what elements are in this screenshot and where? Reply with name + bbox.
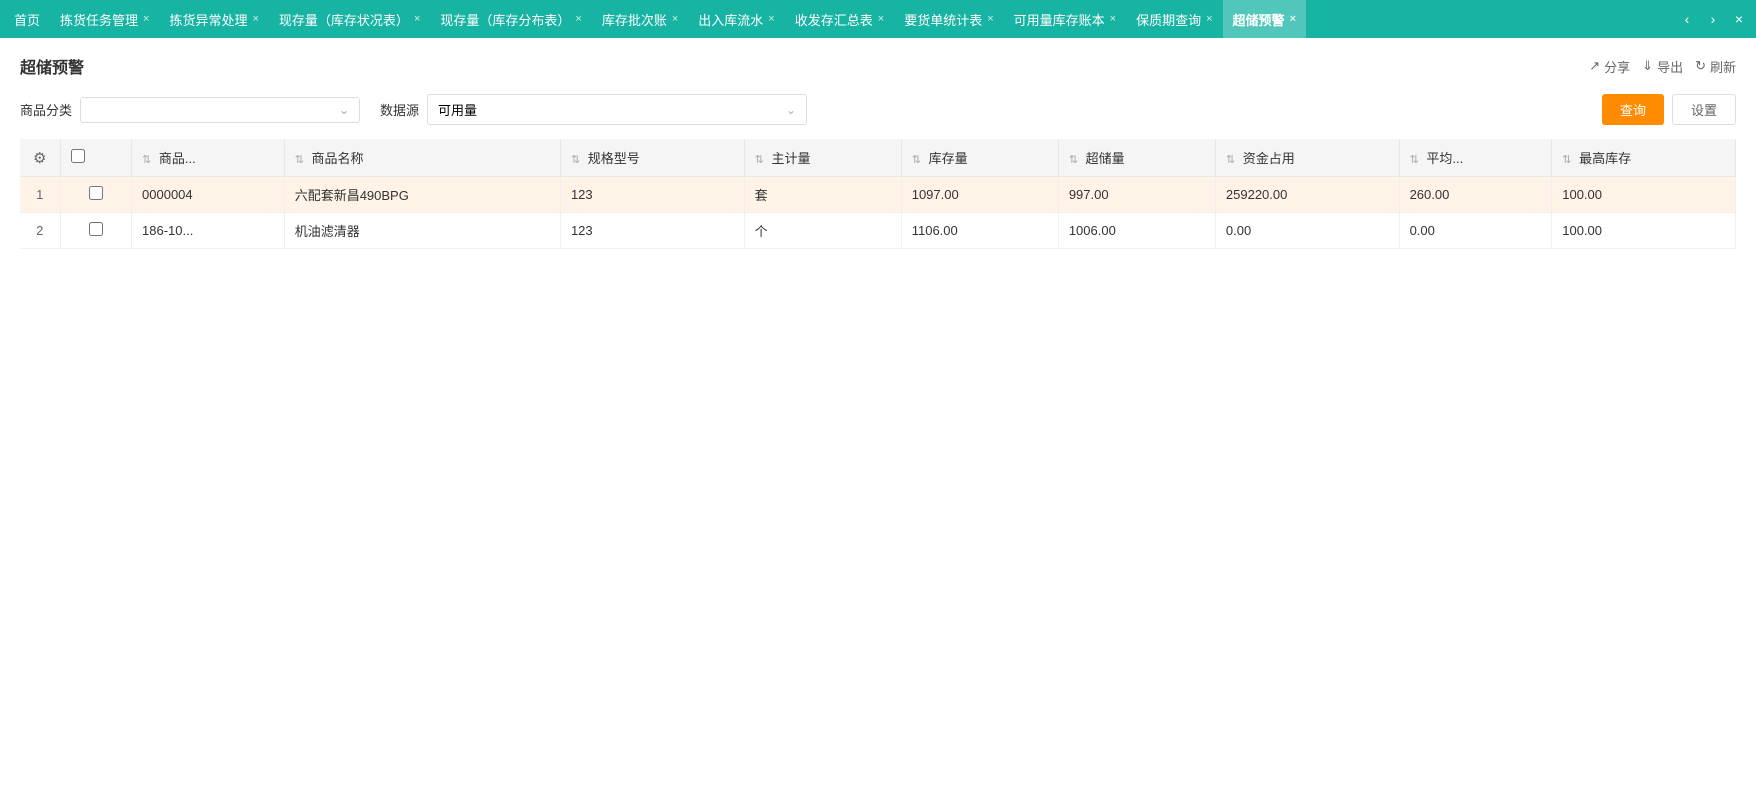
close-tab-receive-send[interactable]: ×	[878, 13, 884, 25]
product-name: 六配套新昌490BPG	[284, 177, 560, 213]
datasource-select[interactable]: 可用量 ⌄	[427, 94, 807, 125]
capital: 0.00	[1215, 213, 1399, 249]
data-table: ⚙ 商品... 商品名称 规格型号 主计量 库存量	[20, 139, 1736, 249]
max-stock: 100.00	[1552, 213, 1736, 249]
th-product-name[interactable]: 商品名称	[284, 139, 560, 177]
th-max-stock[interactable]: 最高库存	[1552, 139, 1736, 177]
product-code: 186-10...	[132, 213, 285, 249]
close-tab-inventory-status[interactable]: ×	[414, 13, 420, 25]
overstock: 997.00	[1058, 177, 1215, 213]
nav-item-home[interactable]: 首页	[4, 0, 50, 38]
header-actions: ↗ 分享 ⇓ 导出 ↻ 刷新	[1589, 57, 1736, 76]
close-tab-task-mgmt[interactable]: ×	[143, 13, 149, 25]
stock: 1106.00	[901, 213, 1058, 249]
settings-button[interactable]: 设置	[1672, 94, 1736, 125]
stock: 1097.00	[901, 177, 1058, 213]
category-chevron-icon: ⌄	[339, 103, 349, 117]
page-title: 超储预警	[20, 54, 84, 78]
nav-item-overstock-warning[interactable]: 超储预警 ×	[1223, 0, 1306, 38]
max-stock: 100.00	[1552, 177, 1736, 213]
filter-row: 商品分类 ⌄ 数据源 可用量 ⌄ 查询 设置	[20, 94, 1736, 125]
table-header: ⚙ 商品... 商品名称 规格型号 主计量 库存量	[20, 139, 1736, 177]
th-unit[interactable]: 主计量	[744, 139, 901, 177]
nav-next-button[interactable]: ›	[1700, 0, 1726, 38]
close-tab-abnormal[interactable]: ×	[252, 13, 258, 25]
th-checkbox[interactable]	[60, 139, 132, 177]
nav-item-inventory-status[interactable]: 现存量（库存状况表） ×	[269, 0, 430, 38]
export-icon: ⇓	[1642, 58, 1653, 74]
datasource-label: 数据源	[380, 100, 419, 119]
refresh-button[interactable]: ↻ 刷新	[1695, 57, 1736, 76]
close-tab-batch-account[interactable]: ×	[672, 13, 678, 25]
page-header: 超储预警 ↗ 分享 ⇓ 导出 ↻ 刷新	[20, 54, 1736, 78]
nav-prev-button[interactable]: ‹	[1674, 0, 1700, 38]
filter-actions: 查询 设置	[1602, 94, 1736, 125]
nav-item-available-account[interactable]: 可用量库存账本 ×	[1004, 0, 1126, 38]
spec: 123	[560, 213, 744, 249]
refresh-icon: ↻	[1695, 58, 1706, 74]
unit: 个	[744, 213, 901, 249]
nav-item-inventory-dist[interactable]: 现存量（库存分布表） ×	[430, 0, 591, 38]
nav-item-order-stats[interactable]: 要货单统计表 ×	[894, 0, 1003, 38]
row-checkbox[interactable]	[89, 186, 103, 200]
nav-arrows: ‹ › ×	[1674, 0, 1752, 38]
th-settings[interactable]: ⚙	[20, 139, 60, 177]
nav-item-inout-flow[interactable]: 出入库流水 ×	[688, 0, 784, 38]
category-label: 商品分类	[20, 100, 72, 119]
query-button[interactable]: 查询	[1602, 94, 1664, 125]
export-button[interactable]: ⇓ 导出	[1642, 57, 1683, 76]
row-number: 2	[20, 213, 60, 249]
th-capital[interactable]: 资金占用	[1215, 139, 1399, 177]
nav-item-abnormal[interactable]: 拣货异常处理 ×	[159, 0, 268, 38]
gear-icon[interactable]: ⚙	[33, 150, 46, 167]
close-tab-available-account[interactable]: ×	[1110, 13, 1116, 25]
close-tab-overstock-warning[interactable]: ×	[1290, 13, 1296, 25]
category-select[interactable]: ⌄	[80, 97, 360, 123]
product-code: 0000004	[132, 177, 285, 213]
row-checkbox[interactable]	[89, 222, 103, 236]
th-spec[interactable]: 规格型号	[560, 139, 744, 177]
table-body: 1 0000004 六配套新昌490BPG 123 套 1097.00 997.…	[20, 177, 1736, 249]
nav-item-receive-send[interactable]: 收发存汇总表 ×	[785, 0, 894, 38]
main-content: 超储预警 ↗ 分享 ⇓ 导出 ↻ 刷新 商品分类 ⌄ 数据源	[0, 38, 1756, 800]
datasource-chevron-icon: ⌄	[786, 103, 796, 117]
nav-close-all-button[interactable]: ×	[1726, 0, 1752, 38]
row-checkbox-cell[interactable]	[60, 213, 132, 249]
close-tab-order-stats[interactable]: ×	[987, 13, 993, 25]
table-row: 1 0000004 六配套新昌490BPG 123 套 1097.00 997.…	[20, 177, 1736, 213]
share-button[interactable]: ↗ 分享	[1589, 57, 1630, 76]
row-checkbox-cell[interactable]	[60, 177, 132, 213]
close-tab-inventory-dist[interactable]: ×	[575, 13, 581, 25]
table-row: 2 186-10... 机油滤清器 123 个 1106.00 1006.00 …	[20, 213, 1736, 249]
avg: 260.00	[1399, 177, 1552, 213]
close-tab-quality-check[interactable]: ×	[1206, 13, 1212, 25]
overstock: 1006.00	[1058, 213, 1215, 249]
nav-item-quality-check[interactable]: 保质期查询 ×	[1126, 0, 1222, 38]
category-filter: 商品分类 ⌄	[20, 97, 360, 123]
datasource-filter: 数据源 可用量 ⌄	[380, 94, 807, 125]
avg: 0.00	[1399, 213, 1552, 249]
th-product-code[interactable]: 商品...	[132, 139, 285, 177]
nav-bar: 首页 拣货任务管理 × 拣货异常处理 × 现存量（库存状况表） × 现存量（库存…	[0, 0, 1756, 38]
datasource-select-value: 可用量	[438, 100, 477, 119]
close-tab-inout-flow[interactable]: ×	[768, 13, 774, 25]
product-name: 机油滤清器	[284, 213, 560, 249]
th-stock[interactable]: 库存量	[901, 139, 1058, 177]
share-icon: ↗	[1589, 58, 1600, 74]
capital: 259220.00	[1215, 177, 1399, 213]
th-avg[interactable]: 平均...	[1399, 139, 1552, 177]
unit: 套	[744, 177, 901, 213]
row-number: 1	[20, 177, 60, 213]
select-all-checkbox[interactable]	[71, 149, 85, 163]
th-overstock[interactable]: 超储量	[1058, 139, 1215, 177]
nav-item-task-mgmt[interactable]: 拣货任务管理 ×	[50, 0, 159, 38]
spec: 123	[560, 177, 744, 213]
nav-item-batch-account[interactable]: 库存批次账 ×	[592, 0, 688, 38]
